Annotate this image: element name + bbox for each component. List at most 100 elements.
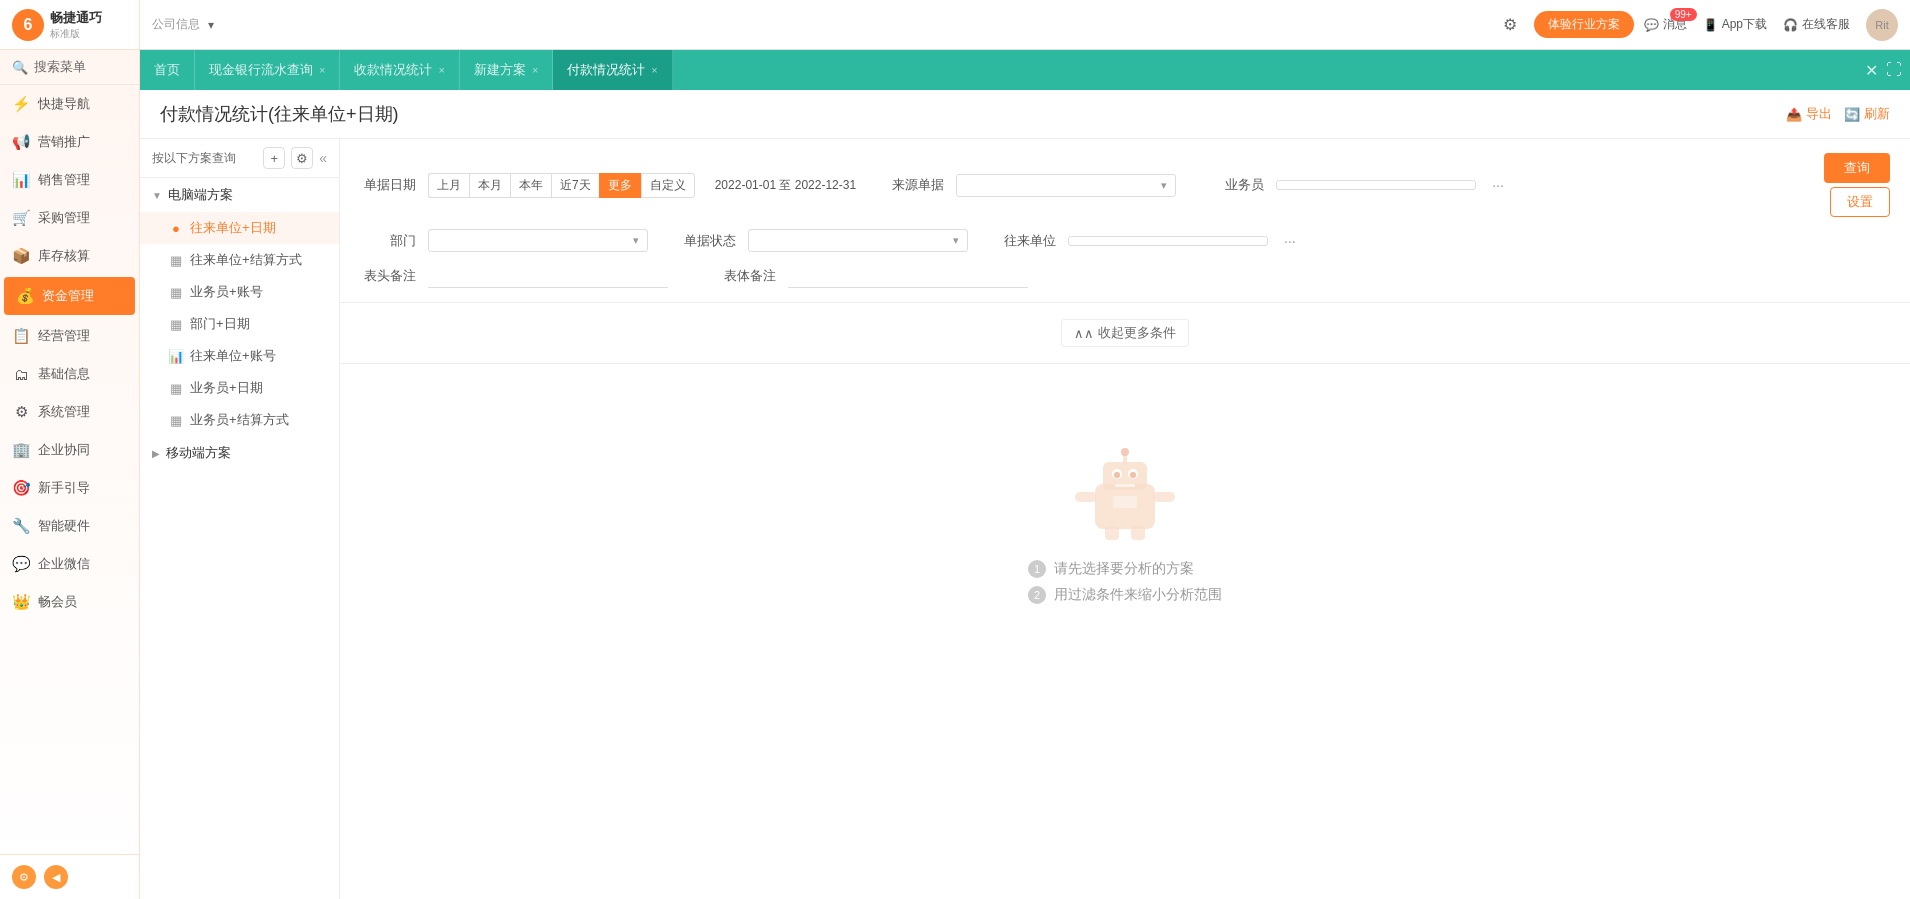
sidebar-item-basic[interactable]: 🗂 基础信息 xyxy=(0,355,139,393)
sidebar-item-system[interactable]: ⚙ 系统管理 xyxy=(0,393,139,431)
search-menu[interactable]: 🔍 搜索菜单 xyxy=(0,50,139,85)
date-btn-more[interactable]: 更多 xyxy=(599,173,641,198)
user-avatar[interactable]: Rit xyxy=(1866,9,1898,41)
sidebar-item-quick-nav[interactable]: ⚡ 快捷导航 xyxy=(0,85,139,123)
scheme-item-staff-account[interactable]: ▦ 业务员+账号 xyxy=(140,276,339,308)
trial-btn[interactable]: 体验行业方案 xyxy=(1534,11,1634,38)
tab-close-new-scheme[interactable]: × xyxy=(532,64,538,76)
dept-label: 部门 xyxy=(360,232,416,250)
empty-icon xyxy=(1065,444,1185,544)
expand-tab-btn[interactable]: ⛶ xyxy=(1886,61,1902,79)
scheme-item-partner-settlement[interactable]: ▦ 往来单位+结算方式 xyxy=(140,244,339,276)
tab-close-payment-stats[interactable]: × xyxy=(651,64,657,76)
nav-label-purchase: 采购管理 xyxy=(38,209,90,227)
partner-input[interactable] xyxy=(1068,236,1268,246)
sidebar-item-marketing[interactable]: 📢 营销推广 xyxy=(0,123,139,161)
svg-rect-10 xyxy=(1153,492,1175,502)
collapse-up-icon: ∧∧ xyxy=(1074,326,1094,341)
tab-receive-stats[interactable]: 收款情况统计× xyxy=(340,50,459,90)
staff-dots-btn[interactable]: ··· xyxy=(1492,177,1504,193)
staff-input[interactable] xyxy=(1276,180,1476,190)
collapse-conditions-row: ∧∧ 收起更多条件 xyxy=(340,303,1910,364)
doc-status-select[interactable]: ▾ xyxy=(748,229,968,252)
footer-collapse-btn[interactable]: ◀ xyxy=(44,865,68,889)
tab-home[interactable]: 首页 xyxy=(140,50,195,90)
scheme-icon-partner-account: 📊 xyxy=(168,348,184,364)
tab-bank-flow[interactable]: 现金银行流水查询× xyxy=(195,50,340,90)
source-select[interactable]: ▾ xyxy=(956,174,1176,197)
sidebar-item-purchase[interactable]: 🛒 采购管理 xyxy=(0,199,139,237)
scheme-label-dept-date: 部门+日期 xyxy=(190,315,250,333)
empty-state: 1 请先选择要分析的方案 2 用过滤条件来缩小分析范围 xyxy=(340,364,1910,692)
scheme-group-desktop: ▼电脑端方案 ● 往来单位+日期 ▦ 往来单位+结算方式 ▦ 业务员+账号 ▦ … xyxy=(140,178,339,436)
source-dropdown-icon: ▾ xyxy=(1161,179,1167,192)
nav-icon-capital: 💰 xyxy=(16,287,34,305)
messages-btn[interactable]: 💬 消息 99+ xyxy=(1644,16,1687,33)
query-btn[interactable]: 查询 xyxy=(1824,153,1890,183)
tab-label-new-scheme: 新建方案 xyxy=(474,61,526,79)
scheme-icon-dept-date: ▦ xyxy=(168,316,184,332)
sidebar-item-guide[interactable]: 🎯 新手引导 xyxy=(0,469,139,507)
scheme-item-partner-date[interactable]: ● 往来单位+日期 xyxy=(140,212,339,244)
refresh-icon: 🔄 xyxy=(1844,107,1860,122)
body-note-label: 表体备注 xyxy=(720,267,776,285)
scheme-item-staff-date[interactable]: ▦ 业务员+日期 xyxy=(140,372,339,404)
scheme-item-partner-account[interactable]: 📊 往来单位+账号 xyxy=(140,340,339,372)
scheme-item-dept-date[interactable]: ▦ 部门+日期 xyxy=(140,308,339,340)
sidebar-item-capital[interactable]: 💰 资金管理 xyxy=(4,277,135,315)
nav-label-operation: 经营管理 xyxy=(38,327,90,345)
date-btn-this-year[interactable]: 本年 xyxy=(510,173,551,198)
add-scheme-btn[interactable]: + xyxy=(263,147,285,169)
scheme-group-header-mobile[interactable]: ▶移动端方案 xyxy=(140,436,339,470)
date-btn-custom[interactable]: 自定义 xyxy=(641,173,695,198)
scheme-label-partner-settlement: 往来单位+结算方式 xyxy=(190,251,302,269)
nav-label-enterprise: 企业协同 xyxy=(38,441,90,459)
right-panel: 单据日期 上月本月本年近7天更多自定义 2022-01-01 至 2022-12… xyxy=(340,139,1910,899)
tab-close-bank-flow[interactable]: × xyxy=(319,64,325,76)
body-note-input[interactable] xyxy=(788,264,1028,288)
refresh-btn[interactable]: 🔄 刷新 xyxy=(1844,105,1890,123)
company-dropdown[interactable]: ▾ xyxy=(208,18,214,32)
online-service-btn[interactable]: 🎧 在线客服 xyxy=(1783,16,1850,33)
logo-icon: 6 xyxy=(12,9,44,41)
sidebar-item-hardware[interactable]: 🔧 智能硬件 xyxy=(0,507,139,545)
sidebar-item-member[interactable]: 👑 畅会员 xyxy=(0,583,139,621)
tab-close-receive-stats[interactable]: × xyxy=(438,64,444,76)
nav-label-wechat: 企业微信 xyxy=(38,555,90,573)
sidebar-item-wechat[interactable]: 💬 企业微信 xyxy=(0,545,139,583)
svg-rect-8 xyxy=(1115,484,1135,487)
group-arrow-mobile: ▶ xyxy=(152,448,160,459)
date-btn-last-month[interactable]: 上月 xyxy=(428,173,469,198)
header-note-input[interactable] xyxy=(428,264,668,288)
nav-icon-member: 👑 xyxy=(12,593,30,611)
filter-settings-btn[interactable]: 设置 xyxy=(1830,187,1890,217)
dept-dropdown-icon: ▾ xyxy=(633,234,639,247)
tab-payment-stats[interactable]: 付款情况统计× xyxy=(553,50,672,90)
close-all-tabs-btn[interactable]: ✕ xyxy=(1865,61,1878,80)
date-label: 单据日期 xyxy=(360,176,416,194)
tab-new-scheme[interactable]: 新建方案 × xyxy=(460,50,553,90)
panel-collapse-btn[interactable]: « xyxy=(319,150,327,166)
scheme-item-staff-settlement[interactable]: ▦ 业务员+结算方式 xyxy=(140,404,339,436)
date-btn-this-month[interactable]: 本月 xyxy=(469,173,510,198)
scheme-settings-btn[interactable]: ⚙ xyxy=(291,147,313,169)
sidebar-item-inventory[interactable]: 📦 库存核算 xyxy=(0,237,139,275)
partner-dots-btn[interactable]: ··· xyxy=(1284,233,1296,249)
export-btn[interactable]: 📤 导出 xyxy=(1786,105,1832,123)
filter-area: 单据日期 上月本月本年近7天更多自定义 2022-01-01 至 2022-12… xyxy=(340,139,1910,303)
scheme-label-partner-account: 往来单位+账号 xyxy=(190,347,276,365)
app-download-btn[interactable]: 📱 App下载 xyxy=(1703,16,1767,33)
scheme-group-header-desktop[interactable]: ▼电脑端方案 xyxy=(140,178,339,212)
doc-status-dropdown-icon: ▾ xyxy=(953,234,959,247)
topbar-settings-btn[interactable]: ⚙ xyxy=(1496,11,1524,39)
sidebar-item-sales[interactable]: 📊 销售管理 xyxy=(0,161,139,199)
dept-select[interactable]: ▾ xyxy=(428,229,648,252)
collapse-conditions-btn[interactable]: ∧∧ 收起更多条件 xyxy=(1061,319,1189,347)
scheme-label-staff-account: 业务员+账号 xyxy=(190,283,263,301)
footer-settings-btn[interactable]: ⚙ xyxy=(12,865,36,889)
nav-icon-operation: 📋 xyxy=(12,327,30,345)
scheme-icon-partner-settlement: ▦ xyxy=(168,252,184,268)
date-btn-last-7[interactable]: 近7天 xyxy=(551,173,599,198)
sidebar-item-operation[interactable]: 📋 经营管理 xyxy=(0,317,139,355)
sidebar-item-enterprise[interactable]: 🏢 企业协同 xyxy=(0,431,139,469)
